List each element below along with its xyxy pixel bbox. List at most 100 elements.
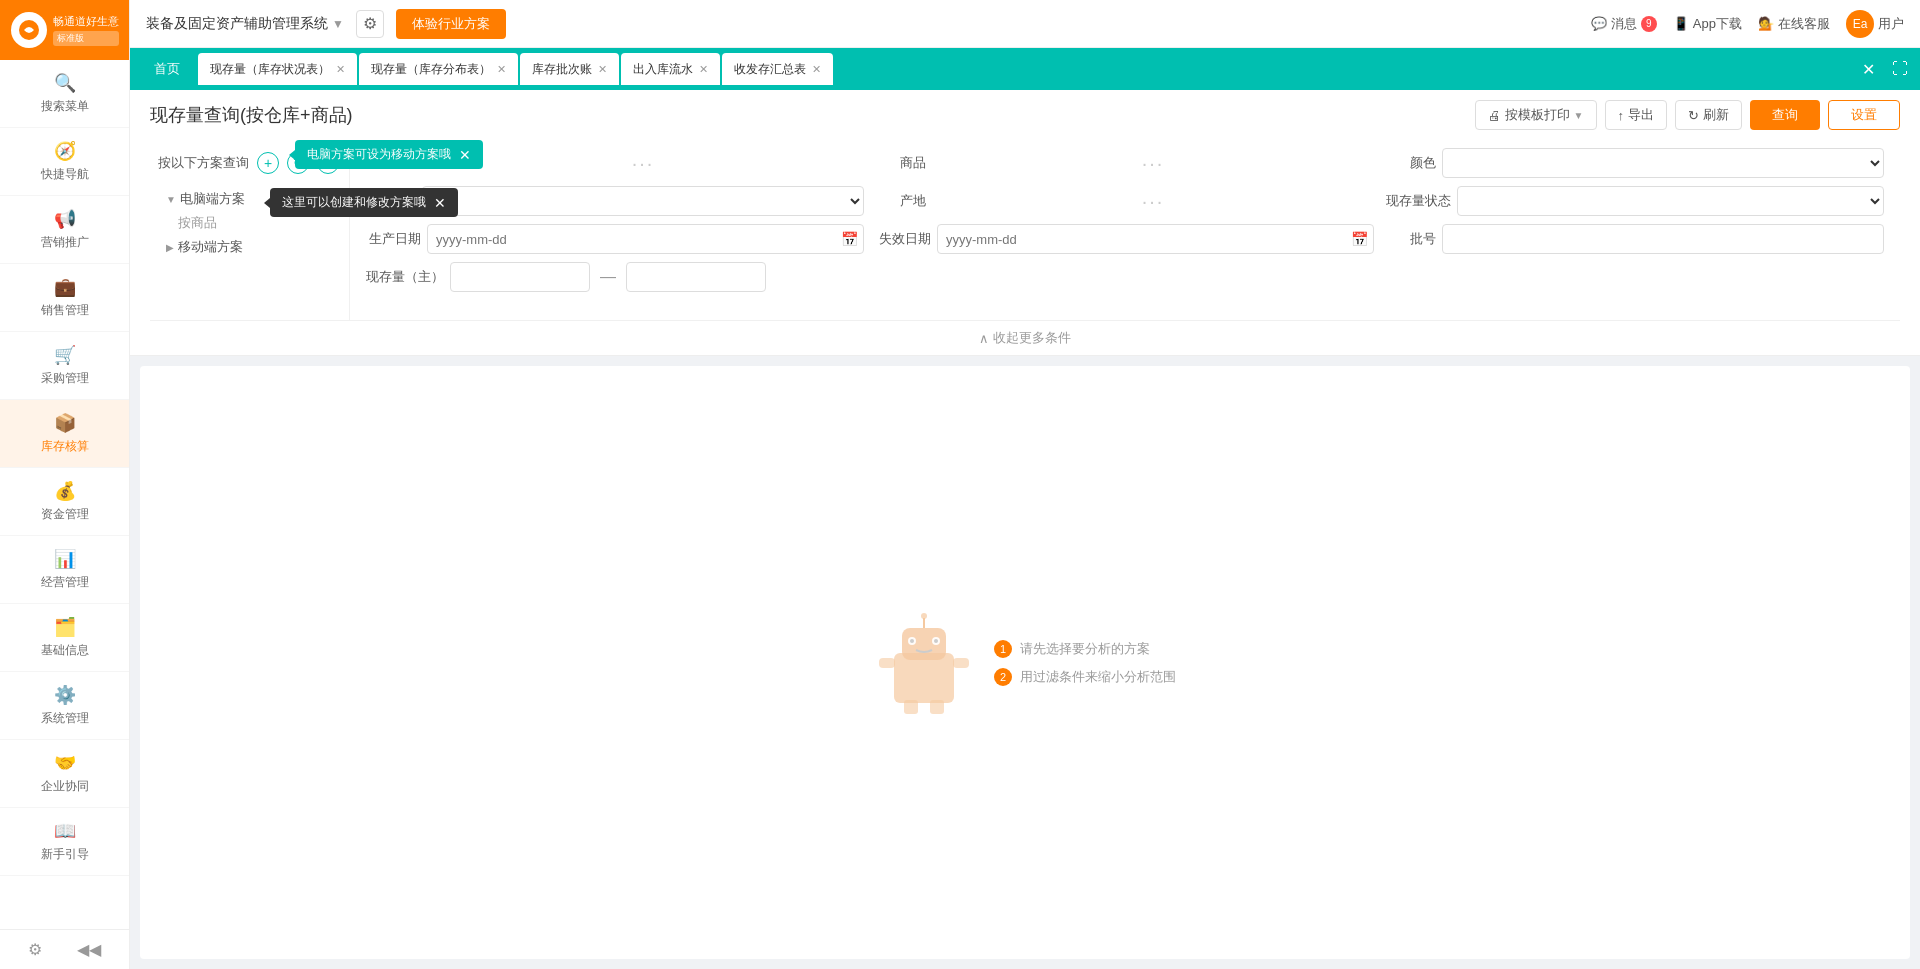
inventory-icon: 📦 xyxy=(54,412,76,434)
sub-item-label: 按商品 xyxy=(178,215,217,230)
tooltip-create-arrow xyxy=(264,198,270,208)
export-btn[interactable]: ↑ 导出 xyxy=(1605,100,1668,130)
sidebar-item-system[interactable]: ⚙️ 系统管理 xyxy=(0,672,129,740)
sidebar-item-label: 资金管理 xyxy=(41,506,89,523)
logo-icon xyxy=(11,12,47,48)
svg-rect-1 xyxy=(894,653,954,703)
fullscreen-btn[interactable]: ⛶ xyxy=(1888,57,1912,81)
tab-close-icon[interactable]: ✕ xyxy=(497,63,506,76)
sidebar-item-operations[interactable]: 📊 经营管理 xyxy=(0,536,129,604)
expire-date-field: 失效日期 📅 xyxy=(876,224,1374,254)
sidebar-item-marketing[interactable]: 📢 营销推广 xyxy=(0,196,129,264)
calendar-icon-2: 📅 xyxy=(1351,231,1368,247)
expire-date-input[interactable] xyxy=(937,224,1374,254)
gear-settings-btn[interactable]: ⚙ xyxy=(356,10,384,38)
tab-batch-account[interactable]: 库存批次账 ✕ xyxy=(520,53,619,85)
phone-icon: 📱 xyxy=(1673,16,1689,31)
produce-date-input[interactable] xyxy=(427,224,864,254)
system-name-select[interactable]: 装备及固定资产辅助管理系统 ▼ xyxy=(146,15,344,33)
online-service-btn[interactable]: 💁 在线客服 xyxy=(1758,15,1830,33)
tab-close-icon[interactable]: ✕ xyxy=(336,63,345,76)
tooltip-create-scheme: 这里可以创建和修改方案哦 ✕ xyxy=(270,188,458,217)
refresh-icon: ↻ xyxy=(1688,108,1699,123)
tab-inventory-distribution[interactable]: 现存量（库存分布表） ✕ xyxy=(359,53,518,85)
close-all-tabs-btn[interactable]: ✕ xyxy=(1856,57,1880,81)
tooltip-pc-scheme: 电脑方案可设为移动方案哦 ✕ xyxy=(295,140,483,169)
coop-icon: 🤝 xyxy=(54,752,76,774)
collapse-sidebar-btn[interactable]: ◀◀ xyxy=(77,940,101,959)
message-btn[interactable]: 💬 消息 9 xyxy=(1591,15,1657,33)
batch-label: 批号 xyxy=(1386,230,1436,248)
svg-point-6 xyxy=(934,639,938,643)
sidebar-item-basic[interactable]: 🗂️ 基础信息 xyxy=(0,604,129,672)
chevron-down-icon: ▼ xyxy=(332,17,344,31)
search-btn[interactable]: 查询 xyxy=(1750,100,1820,130)
scheme-mobile-label: 移动端方案 xyxy=(178,238,243,256)
header-right: 💬 消息 9 📱 App下载 💁 在线客服 Ea 用户 xyxy=(1591,10,1904,38)
sidebar-item-finance[interactable]: 💰 资金管理 xyxy=(0,468,129,536)
experience-button[interactable]: 体验行业方案 xyxy=(396,9,506,39)
scheme-mobile-item[interactable]: ▶ 移动端方案 xyxy=(150,234,349,260)
message-badge: 9 xyxy=(1641,16,1657,32)
refresh-btn[interactable]: ↻ 刷新 xyxy=(1675,100,1742,130)
stock-main-field: 现存量（主） — xyxy=(350,262,1900,300)
tab-close-icon[interactable]: ✕ xyxy=(699,63,708,76)
tab-inventory-status[interactable]: 现存量（库存状况表） ✕ xyxy=(198,53,357,85)
arrow-right-icon: ▶ xyxy=(166,242,174,253)
scheme-pc-item[interactable]: ▼ 电脑端方案 这里可以创建和修改方案哦 ✕ xyxy=(150,186,349,212)
collapse-row[interactable]: ∧ 收起更多条件 xyxy=(150,320,1900,355)
empty-tips: 1 请先选择要分析的方案 2 用过滤条件来缩小分析范围 xyxy=(994,640,1176,686)
stock-status-select[interactable] xyxy=(1457,186,1884,216)
header-left: 装备及固定资产辅助管理系统 ▼ ⚙ 体验行业方案 xyxy=(146,9,506,39)
filter-left-panel: 按以下方案查询 + ↻ ← 电脑方案可设为移动方案哦 ✕ xyxy=(150,140,350,320)
color-select[interactable] xyxy=(1442,148,1884,178)
produce-date-field: 生产日期 📅 xyxy=(366,224,864,254)
svg-point-5 xyxy=(910,639,914,643)
sidebar-item-nav[interactable]: 🧭 快捷导航 xyxy=(0,128,129,196)
sidebar-item-search[interactable]: 🔍 搜索菜单 xyxy=(0,60,129,128)
produce-date-input-wrap: 📅 xyxy=(427,224,864,254)
tab-bar: 首页 现存量（库存状况表） ✕ 现存量（库存分布表） ✕ 库存批次账 ✕ 出入库… xyxy=(130,48,1920,90)
tooltip-create-close[interactable]: ✕ xyxy=(434,195,446,211)
app-download-btn[interactable]: 📱 App下载 xyxy=(1673,15,1742,33)
sidebar-item-purchase[interactable]: 🛒 采购管理 xyxy=(0,332,129,400)
basic-icon: 🗂️ xyxy=(54,616,76,638)
online-service-label: 在线客服 xyxy=(1778,15,1830,33)
sidebar-item-cooperation[interactable]: 🤝 企业协同 xyxy=(0,740,129,808)
sidebar-item-label: 基础信息 xyxy=(41,642,89,659)
tab-home[interactable]: 首页 xyxy=(138,53,196,85)
filter-label: 按以下方案查询 xyxy=(158,154,249,172)
settings-btn[interactable]: 设置 xyxy=(1828,100,1900,130)
expire-date-input-wrap: 📅 xyxy=(937,224,1374,254)
sidebar-item-sales[interactable]: 💼 销售管理 xyxy=(0,264,129,332)
tab-summary[interactable]: 收发存汇总表 ✕ xyxy=(722,53,833,85)
settings-bottom-btn[interactable]: ⚙ xyxy=(28,940,42,959)
batch-input[interactable] xyxy=(1442,224,1884,254)
tab-close-icon[interactable]: ✕ xyxy=(812,63,821,76)
template-print-btn[interactable]: 🖨 按模板打印 ▼ xyxy=(1475,100,1597,130)
goods-dots: ··· xyxy=(932,152,1374,175)
expire-date-label: 失效日期 xyxy=(876,230,931,248)
empty-state: 1 请先选择要分析的方案 2 用过滤条件来缩小分析范围 xyxy=(140,366,1910,959)
print-icon: 🖨 xyxy=(1488,108,1501,123)
tab-flow[interactable]: 出入库流水 ✕ xyxy=(621,53,720,85)
size-select[interactable] xyxy=(422,186,864,216)
export-icon: ↑ xyxy=(1618,108,1625,123)
svg-rect-7 xyxy=(904,700,918,714)
sidebar-item-label: 新手引导 xyxy=(41,846,89,863)
color-label: 颜色 xyxy=(1386,154,1436,172)
filter-right-panel: 仓库 ··· 商品 ··· 颜色 xyxy=(350,140,1900,320)
tooltip-pc-close[interactable]: ✕ xyxy=(459,147,471,163)
sidebar-item-inventory[interactable]: 📦 库存核算 xyxy=(0,400,129,468)
stock-main-from-input[interactable] xyxy=(450,262,590,292)
user-profile-btn[interactable]: Ea 用户 xyxy=(1846,10,1904,38)
tab-close-icon[interactable]: ✕ xyxy=(598,63,607,76)
sidebar-item-label: 快捷导航 xyxy=(41,166,89,183)
empty-tip-1: 1 请先选择要分析的方案 xyxy=(994,640,1176,658)
stock-main-to-input[interactable] xyxy=(626,262,766,292)
sidebar-item-guide[interactable]: 📖 新手引导 xyxy=(0,808,129,876)
add-scheme-btn[interactable]: + xyxy=(257,152,279,174)
batch-field: 批号 xyxy=(1386,224,1884,254)
color-field: 颜色 xyxy=(1386,148,1884,178)
svg-rect-11 xyxy=(879,658,895,668)
